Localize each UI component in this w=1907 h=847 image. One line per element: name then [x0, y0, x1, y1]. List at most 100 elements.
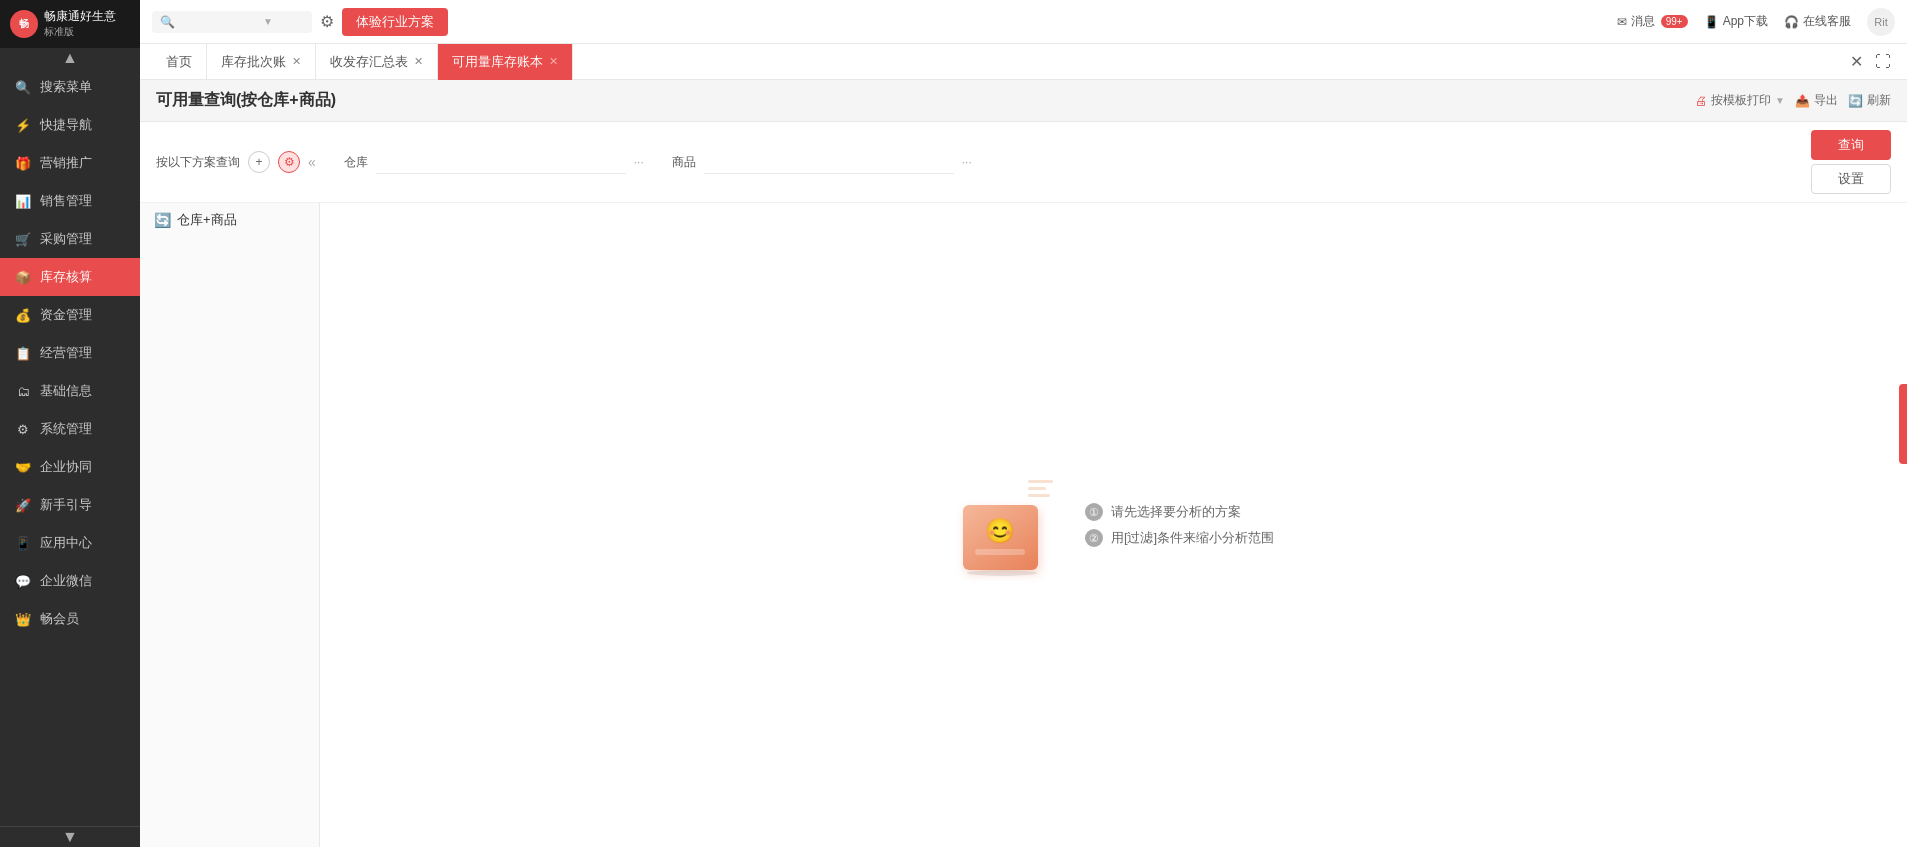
tab-summary-label: 收发存汇总表	[330, 53, 408, 71]
phone-icon: 📱	[1704, 15, 1719, 29]
sidebar-item-members[interactable]: 👑 畅会员	[0, 600, 140, 638]
sidebar-item-label: 系统管理	[40, 420, 92, 438]
export-label: 导出	[1814, 92, 1838, 109]
hint-num-1: ①	[1085, 503, 1103, 521]
refresh-button[interactable]: 🔄 刷新	[1848, 92, 1891, 109]
sidebar-item-label: 销售管理	[40, 192, 92, 210]
sidebar-item-basic[interactable]: 🗂 基础信息	[0, 372, 140, 410]
scheme-settings-button[interactable]: ⚙	[278, 151, 300, 173]
headset-icon: 🎧	[1784, 15, 1799, 29]
online-service-button[interactable]: 🎧 在线客服	[1784, 13, 1851, 30]
sidebar-brand: 畅康通好生意 标准版	[44, 9, 116, 39]
message-button[interactable]: ✉ 消息 99+	[1617, 13, 1688, 30]
content-area: 按以下方案查询 + ⚙ « 仓库 ··· 商品 ··· 查询 设置	[140, 122, 1907, 847]
sidebar-item-marketing[interactable]: 🎁 营销推广	[0, 144, 140, 182]
sidebar-item-operations[interactable]: 📋 经营管理	[0, 334, 140, 372]
settings-button[interactable]: 设置	[1811, 164, 1891, 194]
scheme-item-warehouse-goods[interactable]: 🔄 仓库+商品	[140, 203, 319, 237]
sidebar-title: 畅康通好生意	[44, 9, 116, 25]
close-window-button[interactable]: ✕	[1846, 52, 1867, 71]
tabs-bar: 首页 库存批次账 ✕ 收发存汇总表 ✕ 可用量库存账本 ✕ ✕ ⛶	[140, 44, 1907, 80]
sidebar-item-inventory[interactable]: 📦 库存核算	[0, 258, 140, 296]
collapse-button[interactable]: «	[308, 154, 316, 170]
export-icon: 📤	[1795, 94, 1810, 108]
sidebar-item-label: 新手引导	[40, 496, 92, 514]
sidebar-item-purchase[interactable]: 🛒 采购管理	[0, 220, 140, 258]
sync-icon: 🔄	[154, 212, 171, 228]
content-main: 🔄 仓库+商品	[140, 203, 1907, 847]
sidebar-subtitle: 标准版	[44, 25, 116, 39]
topbar-search-input[interactable]	[179, 15, 259, 29]
scheme-item-label: 仓库+商品	[177, 211, 237, 229]
tab-summary[interactable]: 收发存汇总表 ✕	[316, 44, 438, 80]
chevron-down-icon[interactable]: ▼	[263, 16, 273, 27]
avatar[interactable]: Rit	[1867, 8, 1895, 36]
hint-text-1: 请先选择要分析的方案	[1111, 503, 1241, 521]
warehouse-input[interactable]	[376, 151, 626, 174]
search-icon-small: 🔍	[160, 15, 175, 29]
print-button[interactable]: 🖨 按模板打印 ▼	[1695, 92, 1785, 109]
handshake-icon: 🤝	[14, 458, 32, 476]
sidebar-item-wechat[interactable]: 💬 企业微信	[0, 562, 140, 600]
hint-item-2: ② 用[过滤]条件来缩小分析范围	[1085, 529, 1274, 547]
hint-text-2: 用[过滤]条件来缩小分析范围	[1111, 529, 1274, 547]
sidebar-item-label: 营销推广	[40, 154, 92, 172]
warehouse-filter: 仓库 ···	[344, 151, 644, 174]
sidebar-scroll-down[interactable]: ▼	[62, 829, 78, 845]
sidebar-item-appstore[interactable]: 📱 应用中心	[0, 524, 140, 562]
right-scroll-handle[interactable]	[1899, 384, 1907, 464]
warehouse-label: 仓库	[344, 154, 368, 171]
tab-batch-close[interactable]: ✕	[292, 55, 301, 68]
sidebar-item-finance[interactable]: 💰 资金管理	[0, 296, 140, 334]
sidebar-item-label: 采购管理	[40, 230, 92, 248]
sidebar-item-search[interactable]: 🔍 搜索菜单	[0, 68, 140, 106]
sidebar-item-enterprise[interactable]: 🤝 企业协同	[0, 448, 140, 486]
sidebar-item-label: 资金管理	[40, 306, 92, 324]
scheme-label: 按以下方案查询	[156, 154, 240, 171]
sidebar-item-shortcuts[interactable]: ⚡ 快捷导航	[0, 106, 140, 144]
tab-batch-label: 库存批次账	[221, 53, 286, 71]
gear-icon[interactable]: ⚙	[320, 12, 334, 31]
sidebar-item-sales[interactable]: 📊 销售管理	[0, 182, 140, 220]
goods-more-button[interactable]: ···	[962, 155, 972, 169]
mobile-icon: 📱	[14, 534, 32, 552]
sidebar-item-system[interactable]: ⚙ 系统管理	[0, 410, 140, 448]
box-icon: 📦	[14, 268, 32, 286]
page-header-actions: 🖨 按模板打印 ▼ 📤 导出 🔄 刷新	[1695, 92, 1891, 109]
add-scheme-button[interactable]: +	[248, 151, 270, 173]
goods-filter: 商品 ···	[672, 151, 972, 174]
app-download-button[interactable]: 📱 App下载	[1704, 13, 1768, 30]
query-button[interactable]: 查询	[1811, 130, 1891, 160]
tab-home[interactable]: 首页	[152, 44, 207, 80]
app-download-label: App下载	[1723, 13, 1768, 30]
money-icon: 💰	[14, 306, 32, 324]
tab-available-close[interactable]: ✕	[549, 55, 558, 68]
expand-window-button[interactable]: ⛶	[1871, 52, 1895, 71]
print-chevron-icon[interactable]: ▼	[1775, 95, 1785, 106]
refresh-label: 刷新	[1867, 92, 1891, 109]
sidebar-item-label: 快捷导航	[40, 116, 92, 134]
empty-state: 😊 ① 请先选择要分析的方案 ②	[953, 480, 1274, 570]
export-button[interactable]: 📤 导出	[1795, 92, 1838, 109]
goods-input[interactable]	[704, 151, 954, 174]
tab-available[interactable]: 可用量库存账本 ✕	[438, 44, 573, 80]
scheme-sidebar: 🔄 仓库+商品	[140, 203, 320, 847]
tab-summary-close[interactable]: ✕	[414, 55, 423, 68]
page-title: 可用量查询(按仓库+商品)	[156, 90, 336, 111]
message-label: 消息	[1631, 13, 1655, 30]
warehouse-more-button[interactable]: ···	[634, 155, 644, 169]
empty-state-container: 😊 ① 请先选择要分析的方案 ②	[320, 203, 1907, 847]
tab-batch[interactable]: 库存批次账 ✕	[207, 44, 316, 80]
sidebar: 畅 畅康通好生意 标准版 ▲ 🔍 搜索菜单 ⚡ 快捷导航 🎁 营销推广 📊 销售…	[0, 0, 140, 847]
sidebar-item-label: 库存核算	[40, 268, 92, 286]
trial-button[interactable]: 体验行业方案	[342, 8, 448, 36]
sidebar-item-label: 应用中心	[40, 534, 92, 552]
sidebar-item-label: 经营管理	[40, 344, 92, 362]
topbar-search-box[interactable]: 🔍 ▼	[152, 11, 312, 33]
empty-hints: ① 请先选择要分析的方案 ② 用[过滤]条件来缩小分析范围	[1085, 503, 1274, 547]
folder-icon: 🗂	[14, 382, 32, 400]
online-service-label: 在线客服	[1803, 13, 1851, 30]
sidebar-item-newbie[interactable]: 🚀 新手引导	[0, 486, 140, 524]
search-icon: 🔍	[14, 78, 32, 96]
sidebar-scroll-up[interactable]: ▲	[62, 50, 78, 66]
